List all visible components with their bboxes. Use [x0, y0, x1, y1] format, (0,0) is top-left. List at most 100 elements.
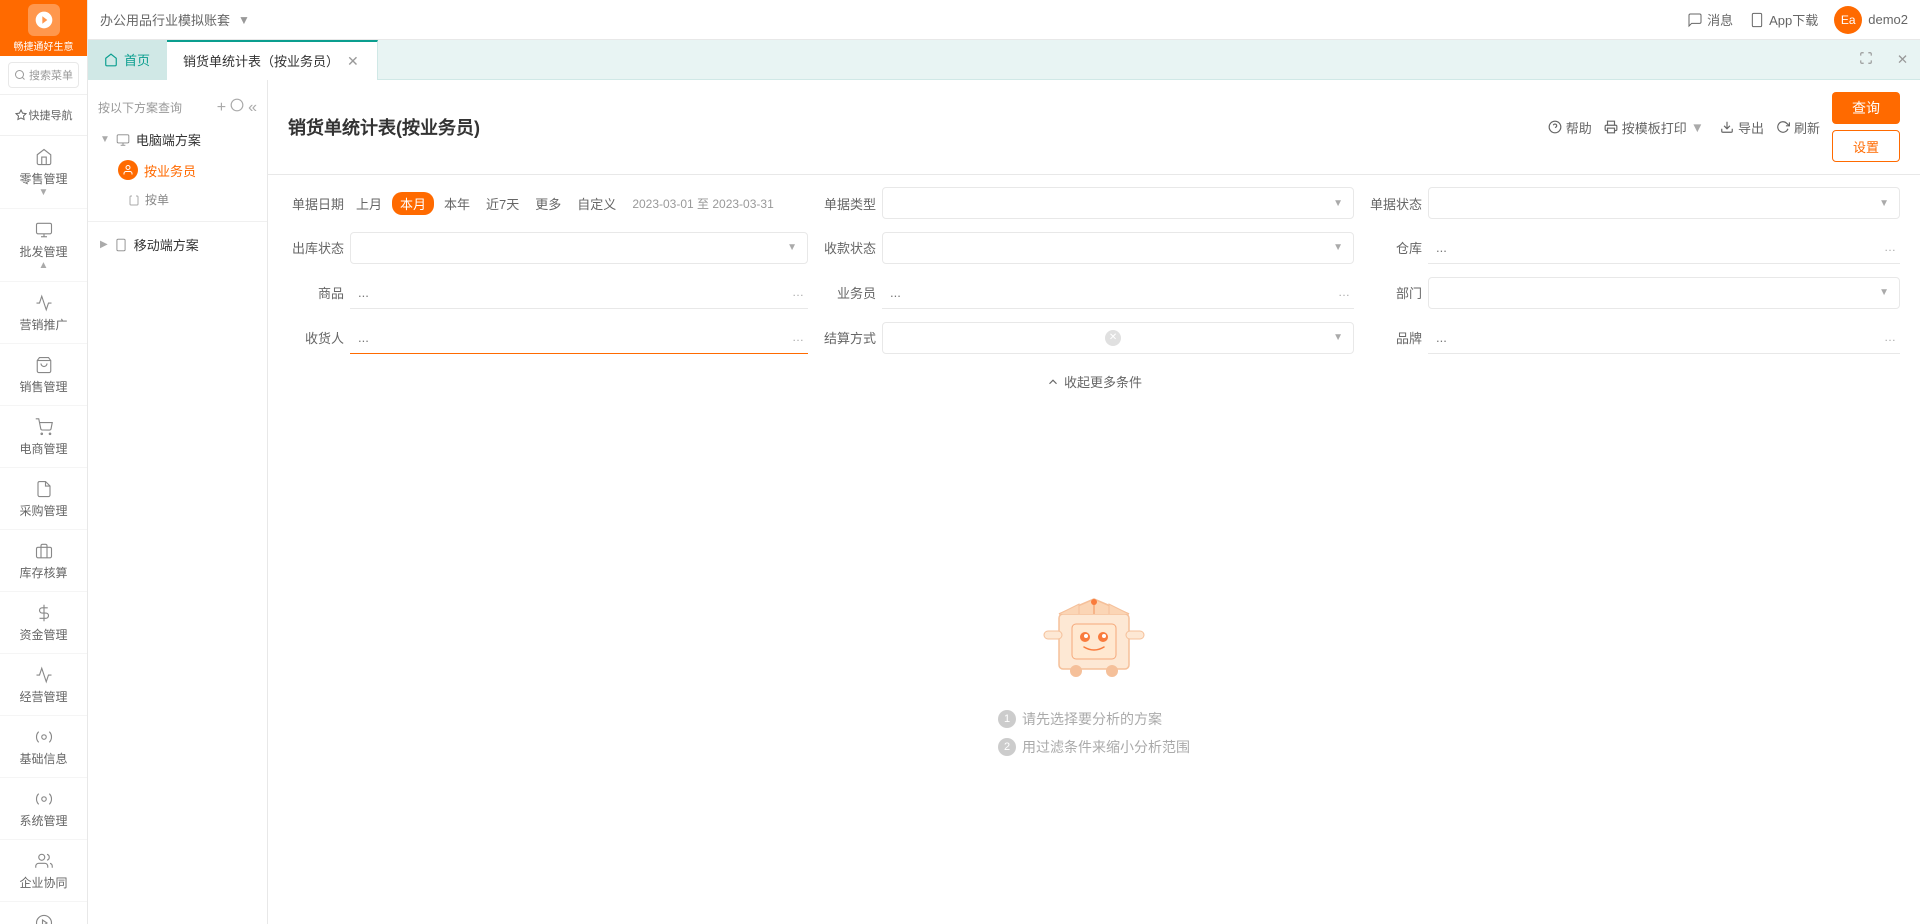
message-button[interactable]: 消息	[1687, 10, 1733, 29]
consignee-more-btn[interactable]: …	[792, 330, 804, 344]
receipt-status-label: 收款状态	[820, 238, 876, 257]
topbar-dropdown-btn[interactable]: ▼	[238, 13, 250, 27]
tab-home[interactable]: 首页	[88, 40, 167, 80]
receipt-status-arrow: ▼	[1333, 242, 1343, 253]
left-panel-header: 按以下方案查询	[98, 99, 182, 116]
query-button[interactable]: 查询	[1832, 92, 1900, 124]
help-button[interactable]: 帮助	[1548, 118, 1592, 137]
sidebar-item-retail[interactable]: 零售管理 ▼	[0, 136, 87, 209]
doc-type-select[interactable]: ▼	[882, 187, 1354, 219]
sidebar-item-newuser[interactable]: 新手引导	[0, 902, 87, 924]
page-title: 销货单统计表(按业务员)	[288, 114, 480, 152]
sidebar-item-ecommerce[interactable]: 电商管理	[0, 406, 87, 468]
empty-tips: 1 请先选择要分析的方案 2 用过滤条件来缩小分析范围	[998, 709, 1190, 765]
tab-close-all-button[interactable]: ✕	[1885, 52, 1920, 68]
edit-scheme-button[interactable]	[230, 98, 244, 117]
doc-status-arrow: ▼	[1879, 198, 1889, 209]
receipt-status-select[interactable]: ▼	[882, 232, 1354, 264]
date-option-more[interactable]: 更多	[529, 192, 567, 215]
collapse-button[interactable]: 收起更多条件	[288, 366, 1900, 397]
tab-sales-stat[interactable]: 销货单统计表（按业务员） ✕	[167, 40, 378, 80]
dept-select[interactable]: ▼	[1428, 277, 1900, 309]
date-option-7days[interactable]: 近7天	[480, 192, 525, 215]
consignee-input-area: …	[350, 321, 808, 354]
date-option-this-month[interactable]: 本月	[392, 192, 434, 215]
payment-select[interactable]: ✕ ▼	[882, 322, 1354, 354]
consignee-col: 收货人 …	[288, 321, 808, 354]
sidebar-item-system[interactable]: 系统管理	[0, 778, 87, 840]
empty-illustration	[1034, 569, 1154, 689]
right-panel: 销货单统计表(按业务员) 帮助 按模板打印 ▼	[268, 80, 1920, 924]
brand-input[interactable]	[1432, 321, 1884, 353]
quick-nav-button[interactable]: 快捷导航	[8, 101, 79, 129]
finance-icon	[33, 602, 55, 624]
content-area: 按以下方案查询 + « ▼ 电脑端方案	[88, 80, 1920, 924]
desktop-section: ▼ 电脑端方案 按业务员 按单	[88, 121, 267, 217]
sidebar-item-operations[interactable]: 经营管理	[0, 654, 87, 716]
payment-clear-btn[interactable]: ✕	[1105, 330, 1121, 346]
sidebar-item-wholesale[interactable]: 批发管理 ▲	[0, 209, 87, 282]
empty-tip-1: 1 请先选择要分析的方案	[998, 709, 1190, 729]
salesperson-more-btn[interactable]: …	[1338, 285, 1350, 299]
desktop-section-label: 电脑端方案	[136, 130, 201, 149]
app-download-button[interactable]: App下载	[1749, 10, 1818, 29]
mobile-section-header[interactable]: ▶ 移动端方案	[88, 230, 267, 259]
sidebar-item-sales[interactable]: 销售管理	[0, 344, 87, 406]
date-label: 单据日期	[288, 194, 344, 213]
sidebar-item-sales-label: 销售管理	[19, 378, 67, 395]
salesperson-input[interactable]	[886, 276, 1338, 308]
desktop-section-header[interactable]: ▼ 电脑端方案	[88, 125, 267, 154]
search-menu-button[interactable]: 搜索菜单	[8, 62, 79, 88]
inventory-icon	[33, 540, 55, 562]
add-scheme-button[interactable]: +	[217, 98, 226, 117]
filter-row-2: 出库状态 ▼ 收款状态 ▼ 仓库	[288, 231, 1900, 264]
salesperson-input-area: …	[882, 276, 1354, 309]
template-print-dropdown[interactable]: ▼	[1687, 120, 1708, 135]
sidebar-item-purchase[interactable]: 采购管理	[0, 468, 87, 530]
warehouse-more-btn[interactable]: …	[1884, 240, 1896, 254]
settings-button[interactable]: 设置	[1832, 130, 1900, 162]
goods-more-btn[interactable]: …	[792, 285, 804, 299]
template-print-button[interactable]: 按模板打印	[1604, 118, 1687, 137]
warehouse-input-area: …	[1428, 231, 1900, 264]
tab-close-button[interactable]: ✕	[345, 54, 361, 68]
app-download-label: App下载	[1769, 10, 1818, 29]
filter-row-3: 商品 … 业务员 … 部门	[288, 276, 1900, 309]
collapse-panel-button[interactable]: «	[248, 98, 257, 117]
date-option-last-month[interactable]: 上月	[350, 192, 388, 215]
doc-type-label: 单据类型	[820, 194, 876, 213]
tab-maximize-button[interactable]	[1847, 51, 1885, 68]
out-status-arrow: ▼	[787, 242, 797, 253]
sidebar-item-enterprise[interactable]: 企业协同	[0, 840, 87, 902]
sidebar-item-marketing[interactable]: 营销推广	[0, 282, 87, 344]
out-status-col: 出库状态 ▼	[288, 232, 808, 264]
export-button[interactable]: 导出	[1720, 118, 1764, 137]
date-option-custom[interactable]: 自定义	[571, 192, 622, 215]
receipt-status-col: 收款状态 ▼	[820, 232, 1354, 264]
doc-status-select[interactable]: ▼	[1428, 187, 1900, 219]
brand-more-btn[interactable]: …	[1884, 330, 1896, 344]
date-option-this-year[interactable]: 本年	[438, 192, 476, 215]
date-range: 2023-03-01 至 2023-03-31	[632, 195, 773, 212]
sidebar-item-inventory-label: 库存核算	[19, 564, 67, 581]
topbar: 办公用品行业模拟账套 ▼ 消息 App下载 Ea demo2	[88, 0, 1920, 40]
retail-icon	[33, 146, 55, 168]
sidebar-item-inventory[interactable]: 库存核算	[0, 530, 87, 592]
scheme-by-order[interactable]: 按单	[88, 186, 267, 213]
sidebar-item-basic[interactable]: 基础信息	[0, 716, 87, 778]
sidebar-item-enterprise-label: 企业协同	[19, 874, 67, 891]
goods-input[interactable]	[354, 276, 792, 308]
logo-area[interactable]: 畅捷通好生意	[0, 0, 87, 56]
consignee-input[interactable]	[354, 321, 792, 353]
sidebar: 畅捷通好生意 搜索菜单 快捷导航 零售管理 ▼ 批发管理 ▲	[0, 0, 88, 924]
user-area[interactable]: Ea demo2	[1834, 6, 1908, 34]
refresh-button[interactable]: 刷新	[1776, 118, 1820, 137]
doc-type-arrow: ▼	[1333, 198, 1343, 209]
warehouse-input[interactable]	[1432, 231, 1884, 263]
main-area: 办公用品行业模拟账套 ▼ 消息 App下载 Ea demo2 首页	[88, 0, 1920, 924]
out-status-select[interactable]: ▼	[350, 232, 808, 264]
sidebar-item-finance[interactable]: 资金管理	[0, 592, 87, 654]
filter-row-4: 收货人 … 结算方式 ✕ ▼	[288, 321, 1900, 354]
doc-type-col: 单据类型 ▼	[820, 187, 1354, 219]
scheme-salesperson[interactable]: 按业务员	[88, 154, 267, 186]
